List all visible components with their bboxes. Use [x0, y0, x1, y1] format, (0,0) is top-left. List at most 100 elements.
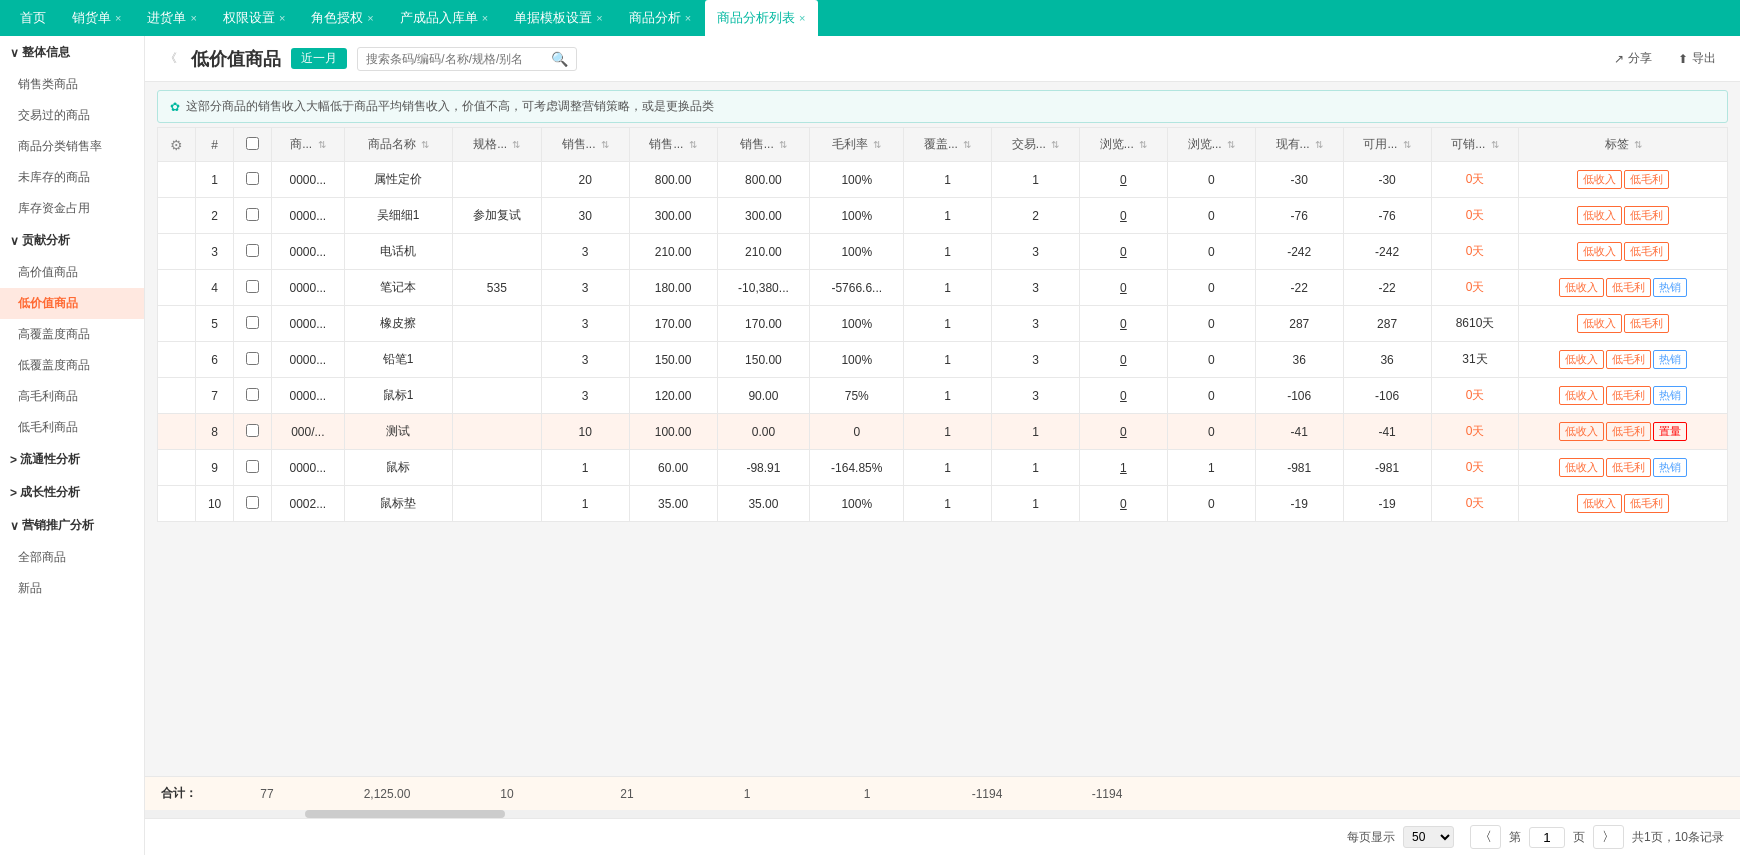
per-page-select[interactable]: 50 100 — [1403, 826, 1454, 848]
browse-link[interactable]: 0 — [1120, 497, 1127, 511]
product-tag: 热销 — [1653, 386, 1687, 405]
close-icon[interactable]: × — [190, 12, 196, 24]
sidebar-item-low-coverage[interactable]: 低覆盖度商品 — [0, 350, 144, 381]
row-cell-code: 0000... — [272, 270, 344, 306]
chevron-down-icon: ∨ — [10, 519, 19, 533]
name-column-header[interactable]: 商品名称 ⇅ — [344, 128, 452, 162]
close-icon[interactable]: × — [596, 12, 602, 24]
nav-sales-order[interactable]: 销货单 × — [60, 0, 133, 36]
browse-link[interactable]: 0 — [1120, 173, 1127, 187]
export-button[interactable]: ⬆ 导出 — [1670, 46, 1724, 71]
sidebar-collapse-button[interactable]: 《 — [161, 46, 181, 71]
pagination-bar: 每页显示 50 100 〈 第 页 〉 共1页，10条记录 — [145, 818, 1740, 855]
spec-column-header[interactable]: 规格... ⇅ — [452, 128, 541, 162]
row-checkbox[interactable] — [246, 280, 259, 293]
settings-column-header[interactable]: ⚙ — [158, 128, 196, 162]
sidebar-item-category-sales-rate[interactable]: 商品分类销售率 — [0, 131, 144, 162]
nav-purchase-order[interactable]: 进货单 × — [135, 0, 208, 36]
browse1-column-header[interactable]: 浏览... ⇅ — [1079, 128, 1167, 162]
sidebar-item-all-products[interactable]: 全部商品 — [0, 542, 144, 573]
row-checkbox[interactable] — [246, 244, 259, 257]
sidebar-item-high-value[interactable]: 高价值商品 — [0, 257, 144, 288]
browse-link[interactable]: 0 — [1120, 317, 1127, 331]
row-checkbox[interactable] — [246, 424, 259, 437]
close-icon[interactable]: × — [279, 12, 285, 24]
product-tag: 低收入 — [1559, 422, 1604, 441]
settings-icon[interactable]: ⚙ — [170, 137, 183, 153]
browse-link[interactable]: 0 — [1120, 245, 1127, 259]
browse-link[interactable]: 1 — [1120, 461, 1127, 475]
row-checkbox[interactable] — [246, 316, 259, 329]
stock2-column-header[interactable]: 可用... ⇅ — [1343, 128, 1431, 162]
sidebar-group-growth[interactable]: > 成长性分析 — [0, 476, 144, 509]
sidebar-item-high-margin[interactable]: 高毛利商品 — [0, 381, 144, 412]
code-column-header[interactable]: 商... ⇅ — [272, 128, 344, 162]
row-checkbox[interactable] — [246, 352, 259, 365]
browse-link[interactable]: 0 — [1120, 353, 1127, 367]
sidebar-item-traded-products[interactable]: 交易过的商品 — [0, 100, 144, 131]
close-icon[interactable]: × — [367, 12, 373, 24]
browse-link[interactable]: 0 — [1120, 209, 1127, 223]
browse-link[interactable]: 0 — [1120, 425, 1127, 439]
row-checkbox[interactable] — [246, 460, 259, 473]
close-icon[interactable]: × — [685, 12, 691, 24]
page-number-input[interactable] — [1529, 827, 1565, 848]
row-cell-browse2: 0 — [1167, 162, 1255, 198]
sidebar-group-contribution[interactable]: ∨ 贡献分析 — [0, 224, 144, 257]
horizontal-scrollbar[interactable] — [145, 810, 1740, 818]
nav-home[interactable]: 首页 — [8, 0, 58, 36]
sales3-column-header[interactable]: 销售... ⇅ — [717, 128, 810, 162]
next-page-button[interactable]: 〉 — [1593, 825, 1624, 849]
row-cell-browse2: 0 — [1167, 486, 1255, 522]
row-cell-num: 1 — [195, 162, 233, 198]
sales2-column-header[interactable]: 销售... ⇅ — [629, 128, 717, 162]
stock1-column-header[interactable]: 现有... ⇅ — [1255, 128, 1343, 162]
scrollbar-thumb[interactable] — [305, 810, 505, 818]
nav-product-storage[interactable]: 产成品入库单 × — [388, 0, 500, 36]
sidebar-item-high-coverage[interactable]: 高覆盖度商品 — [0, 319, 144, 350]
row-checkbox[interactable] — [246, 496, 259, 509]
sidebar-group-overall[interactable]: ∨ 整体信息 — [0, 36, 144, 69]
browse2-column-header[interactable]: 浏览... ⇅ — [1167, 128, 1255, 162]
table-row: 9 0000... 鼠标 1 60.00 -98.91 -164.85% 1 1… — [158, 450, 1728, 486]
nav-role-auth[interactable]: 角色授权 × — [299, 0, 385, 36]
close-icon[interactable]: × — [115, 12, 121, 24]
sidebar-item-new-products[interactable]: 新品 — [0, 573, 144, 604]
share-button[interactable]: ↗ 分享 — [1606, 46, 1660, 71]
search-icon[interactable]: 🔍 — [551, 51, 568, 67]
sales1-column-header[interactable]: 销售... ⇅ — [541, 128, 629, 162]
row-cell-stock2: -19 — [1343, 486, 1431, 522]
search-input[interactable] — [366, 52, 546, 66]
select-all-checkbox[interactable] — [246, 137, 259, 150]
row-checkbox[interactable] — [246, 172, 259, 185]
tags-column-header[interactable]: 标签 ⇅ — [1519, 128, 1728, 162]
sidebar-item-sales-products[interactable]: 销售类商品 — [0, 69, 144, 100]
row-checkbox[interactable] — [246, 388, 259, 401]
trade-column-header[interactable]: 交易... ⇅ — [992, 128, 1080, 162]
sidebar-group-marketing[interactable]: ∨ 营销推广分析 — [0, 509, 144, 542]
sidebar-item-low-margin[interactable]: 低毛利商品 — [0, 412, 144, 443]
browse-link[interactable]: 0 — [1120, 389, 1127, 403]
product-tag: 低收入 — [1559, 386, 1604, 405]
row-cell-s3: 150.00 — [717, 342, 810, 378]
close-icon[interactable]: × — [482, 12, 488, 24]
coverage-column-header[interactable]: 覆盖... ⇅ — [904, 128, 992, 162]
close-icon[interactable]: × — [799, 12, 805, 24]
nav-permissions[interactable]: 权限设置 × — [211, 0, 297, 36]
row-checkbox[interactable] — [246, 208, 259, 221]
sidebar-item-low-value[interactable]: 低价值商品 — [0, 288, 144, 319]
sidebar-item-stock-funds[interactable]: 库存资金占用 — [0, 193, 144, 224]
filter-recent-month[interactable]: 近一月 — [291, 48, 347, 69]
row-cell-trade: 3 — [992, 270, 1080, 306]
sidebar-item-no-stock-products[interactable]: 未库存的商品 — [0, 162, 144, 193]
product-tag: 低收入 — [1559, 458, 1604, 477]
row-cell-stock2: -30 — [1343, 162, 1431, 198]
nav-product-analysis-list[interactable]: 商品分析列表 × — [705, 0, 817, 36]
nav-product-analysis[interactable]: 商品分析 × — [617, 0, 703, 36]
sidebar-group-flow[interactable]: > 流通性分析 — [0, 443, 144, 476]
nav-template-settings[interactable]: 单据模板设置 × — [502, 0, 614, 36]
saleable-column-header[interactable]: 可销... ⇅ — [1431, 128, 1519, 162]
prev-page-button[interactable]: 〈 — [1470, 825, 1501, 849]
browse-link[interactable]: 0 — [1120, 281, 1127, 295]
margin-column-header[interactable]: 毛利率 ⇅ — [810, 128, 904, 162]
